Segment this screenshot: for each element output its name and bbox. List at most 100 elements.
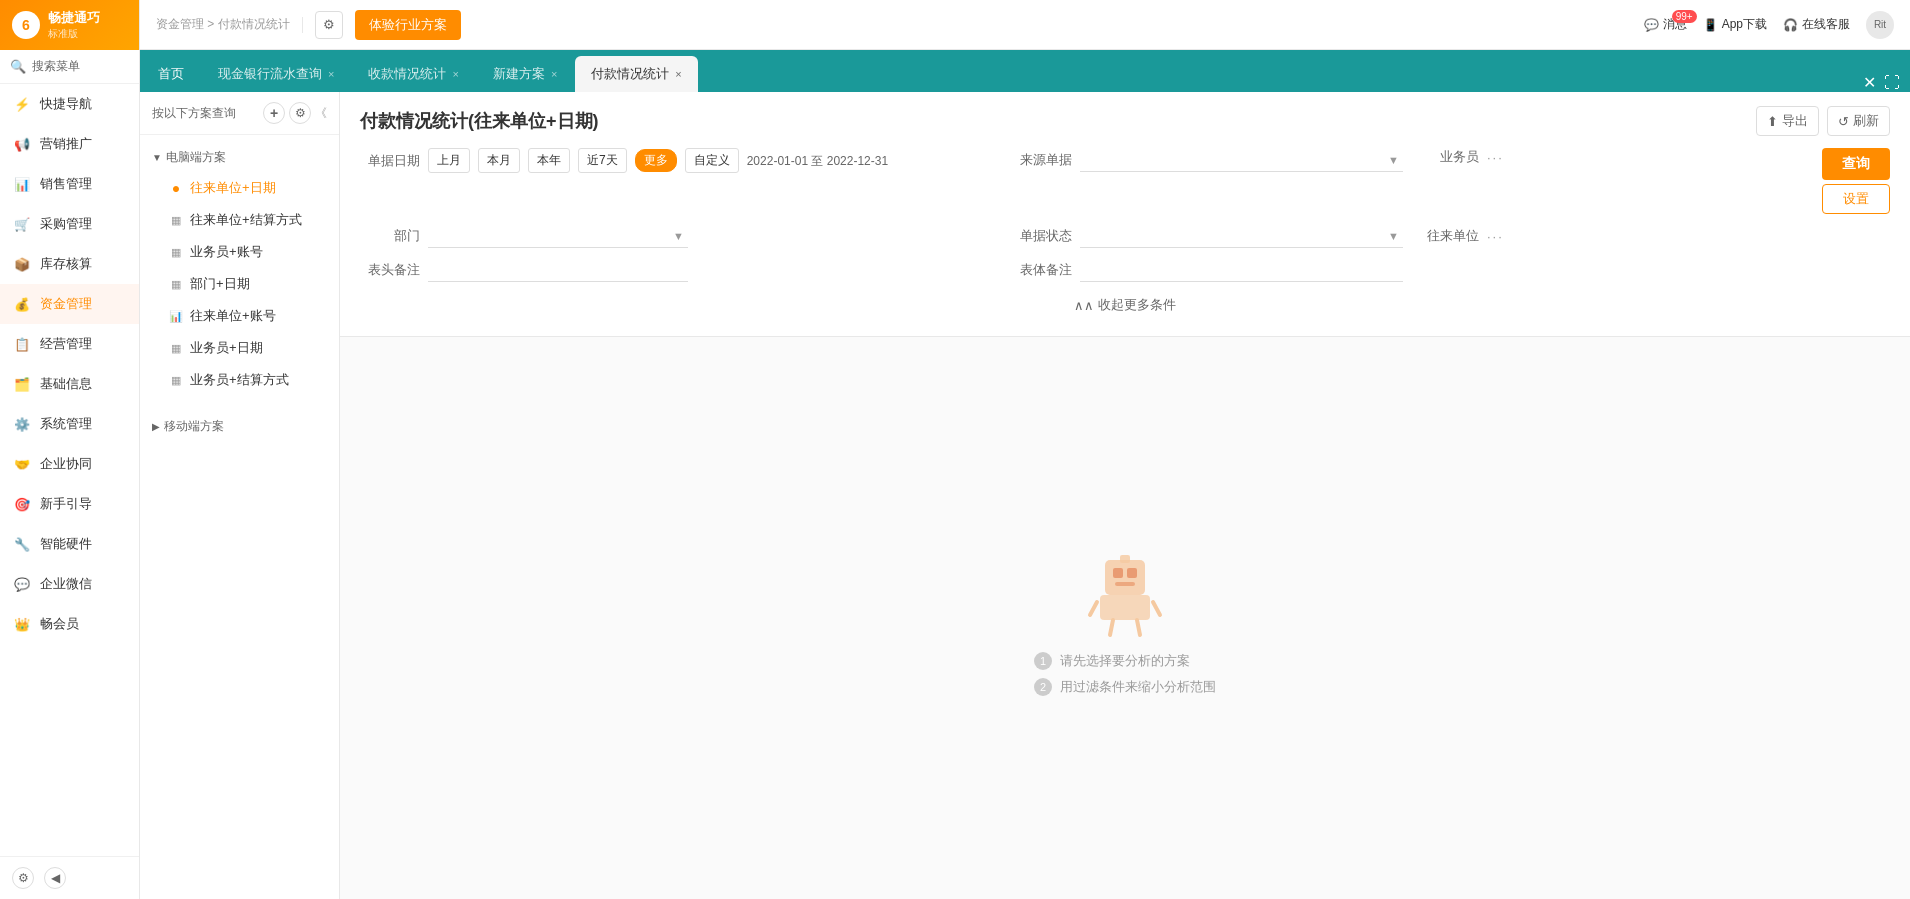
query-btn[interactable]: 查询	[1822, 148, 1890, 180]
date-btn-more[interactable]: 更多	[635, 149, 677, 172]
message-icon: 💬	[1644, 18, 1659, 32]
export-icon: ⬆	[1767, 114, 1778, 129]
collapse-up-icon: ∧∧	[1074, 298, 1094, 313]
breadcrumb: 资金管理 > 付款情况统计	[156, 16, 290, 33]
scheme-grid-icon-3: ▦	[168, 340, 184, 356]
sidebar-item-wechat[interactable]: 💬 企业微信	[0, 564, 139, 604]
sidebar-item-collab[interactable]: 🤝 企业协同	[0, 444, 139, 484]
panel-collapse-btn[interactable]: 《	[315, 105, 327, 122]
doc-status-select[interactable]	[1084, 228, 1388, 243]
tab-receipt-stats[interactable]: 收款情况统计 ×	[352, 56, 474, 92]
user-avatar[interactable]: Rit	[1866, 11, 1894, 39]
scheme-unit-account[interactable]: 📊 往来单位+账号	[140, 300, 339, 332]
settings-btn2[interactable]: 设置	[1822, 184, 1890, 214]
scheme-unit-date[interactable]: ● 往来单位+日期	[140, 172, 339, 204]
maximize-btn[interactable]: ⛶	[1884, 74, 1900, 92]
scheme-unit-settle[interactable]: ▦ 往来单位+结算方式	[140, 204, 339, 236]
quick-nav-icon: ⚡	[12, 94, 32, 114]
sidebar-item-sales[interactable]: 📊 销售管理	[0, 164, 139, 204]
hint-num-2: 2	[1034, 678, 1052, 696]
sidebar: 6 畅捷通巧 标准版 🔍 搜索菜单 ⚡ 快捷导航 📢 营销推广 📊 销售管理 🛒…	[0, 0, 140, 899]
source-doc-select-wrap[interactable]: ▼	[1080, 148, 1403, 172]
sidebar-item-inventory[interactable]: 📦 库存核算	[0, 244, 139, 284]
tab-cash-flow[interactable]: 现金银行流水查询 ×	[202, 56, 350, 92]
svg-rect-3	[1115, 582, 1135, 586]
scheme-bar-icon: 📊	[168, 308, 184, 324]
date-btn-this-year[interactable]: 本年	[528, 148, 570, 173]
messages-btn[interactable]: 💬 消息 99+	[1644, 16, 1687, 33]
topbar-divider	[302, 17, 303, 33]
sidebar-title-group: 畅捷通巧 标准版	[48, 9, 100, 41]
sidebar-item-basic-info[interactable]: 🗂️ 基础信息	[0, 364, 139, 404]
chevron-down-icon: ▼	[152, 152, 162, 163]
source-doc-select[interactable]	[1084, 152, 1388, 167]
body-note-input[interactable]	[1080, 258, 1403, 282]
close-all-btn[interactable]: ✕	[1863, 73, 1876, 92]
date-btn-this-month[interactable]: 本月	[478, 148, 520, 173]
scheme-salesperson-account[interactable]: ▦ 业务员+账号	[140, 236, 339, 268]
sidebar-item-quick-nav[interactable]: ⚡ 快捷导航	[0, 84, 139, 124]
inventory-icon: 📦	[12, 254, 32, 274]
header-note-input[interactable]	[428, 258, 688, 282]
dept-select-wrap[interactable]: ▼	[428, 224, 688, 248]
sidebar-item-finance[interactable]: 💰 资金管理	[0, 284, 139, 324]
date-btn-7days[interactable]: 近7天	[578, 148, 627, 173]
sidebar-item-purchase[interactable]: 🛒 采购管理	[0, 204, 139, 244]
tab-close-payment-stats[interactable]: ×	[675, 68, 681, 80]
footer-settings-btn[interactable]: ⚙	[12, 867, 34, 889]
scheme-settings-btn[interactable]: ⚙	[289, 102, 311, 124]
data-area: 1 请先选择要分析的方案 2 用过滤条件来缩小分析范围	[340, 337, 1910, 899]
scheme-salesperson-settle[interactable]: ▦ 业务员+结算方式	[140, 364, 339, 396]
collapse-conditions-btn[interactable]: ∧∧ 收起更多条件	[1066, 288, 1184, 322]
mobile-group-title[interactable]: ▶ 移动端方案	[140, 412, 339, 441]
tab-new-scheme[interactable]: 新建方案 ×	[477, 56, 573, 92]
sidebar-item-marketing[interactable]: 📢 营销推广	[0, 124, 139, 164]
footer-collapse-btn[interactable]: ◀	[44, 867, 66, 889]
refresh-icon: ↺	[1838, 114, 1849, 129]
tab-close-new-scheme[interactable]: ×	[551, 68, 557, 80]
scheme-salesperson-date[interactable]: ▦ 业务员+日期	[140, 332, 339, 364]
filter-row-3: 表头备注 表体备注	[360, 258, 1890, 282]
topbar-settings-btn[interactable]: ⚙	[315, 11, 343, 39]
related-unit-dots[interactable]: ···	[1487, 229, 1504, 244]
salesperson-dots[interactable]: ···	[1487, 150, 1504, 165]
empty-hint-1: 1 请先选择要分析的方案	[1034, 652, 1216, 670]
sidebar-item-label: 库存核算	[40, 255, 92, 273]
refresh-btn[interactable]: ↺ 刷新	[1827, 106, 1890, 136]
online-service-btn[interactable]: 🎧 在线客服	[1783, 16, 1850, 33]
export-btn[interactable]: ⬆ 导出	[1756, 106, 1819, 136]
tabbar: 首页 现金银行流水查询 × 收款情况统计 × 新建方案 × 付款情况统计 × ✕…	[140, 50, 1910, 92]
tab-payment-stats[interactable]: 付款情况统计 ×	[575, 56, 697, 92]
right-panel: 付款情况统计(往来单位+日期) ⬆ 导出 ↺ 刷新	[340, 92, 1910, 899]
dept-arrow: ▼	[673, 230, 684, 242]
sales-icon: 📊	[12, 174, 32, 194]
tab-home[interactable]: 首页	[142, 56, 200, 92]
tab-close-receipt-stats[interactable]: ×	[452, 68, 458, 80]
industry-btn[interactable]: 体验行业方案	[355, 10, 461, 40]
scheme-grid-icon-4: ▦	[168, 372, 184, 388]
add-scheme-btn[interactable]: +	[263, 102, 285, 124]
sidebar-item-guide[interactable]: 🎯 新手引导	[0, 484, 139, 524]
sidebar-item-vip[interactable]: 👑 畅会员	[0, 604, 139, 644]
svg-rect-1	[1113, 568, 1123, 578]
scheme-grid-icon-2: ▦	[168, 276, 184, 292]
date-range: 2022-01-01 至 2022-12-31	[747, 153, 888, 170]
body-note-label: 表体备注	[1012, 261, 1072, 279]
dept-select[interactable]	[432, 228, 673, 243]
scheme-dept-date[interactable]: ▦ 部门+日期	[140, 268, 339, 300]
date-btn-custom[interactable]: 自定义	[685, 148, 739, 173]
related-unit-group: 往来单位 ···	[1419, 227, 1810, 245]
tab-close-cash-flow[interactable]: ×	[328, 68, 334, 80]
sidebar-item-operations[interactable]: 📋 经营管理	[0, 324, 139, 364]
date-btn-last-month[interactable]: 上月	[428, 148, 470, 173]
app-download-btn[interactable]: 📱 App下载	[1703, 16, 1767, 33]
desktop-group-title[interactable]: ▼ 电脑端方案	[140, 143, 339, 172]
search-menu-item[interactable]: 🔍 搜索菜单	[0, 50, 139, 84]
svg-line-6	[1090, 602, 1097, 615]
svg-rect-0	[1105, 560, 1145, 595]
sidebar-item-system[interactable]: ⚙️ 系统管理	[0, 404, 139, 444]
doc-status-select-wrap[interactable]: ▼	[1080, 224, 1403, 248]
hardware-icon: 🔧	[12, 534, 32, 554]
sidebar-item-hardware[interactable]: 🔧 智能硬件	[0, 524, 139, 564]
sidebar-item-label: 新手引导	[40, 495, 92, 513]
